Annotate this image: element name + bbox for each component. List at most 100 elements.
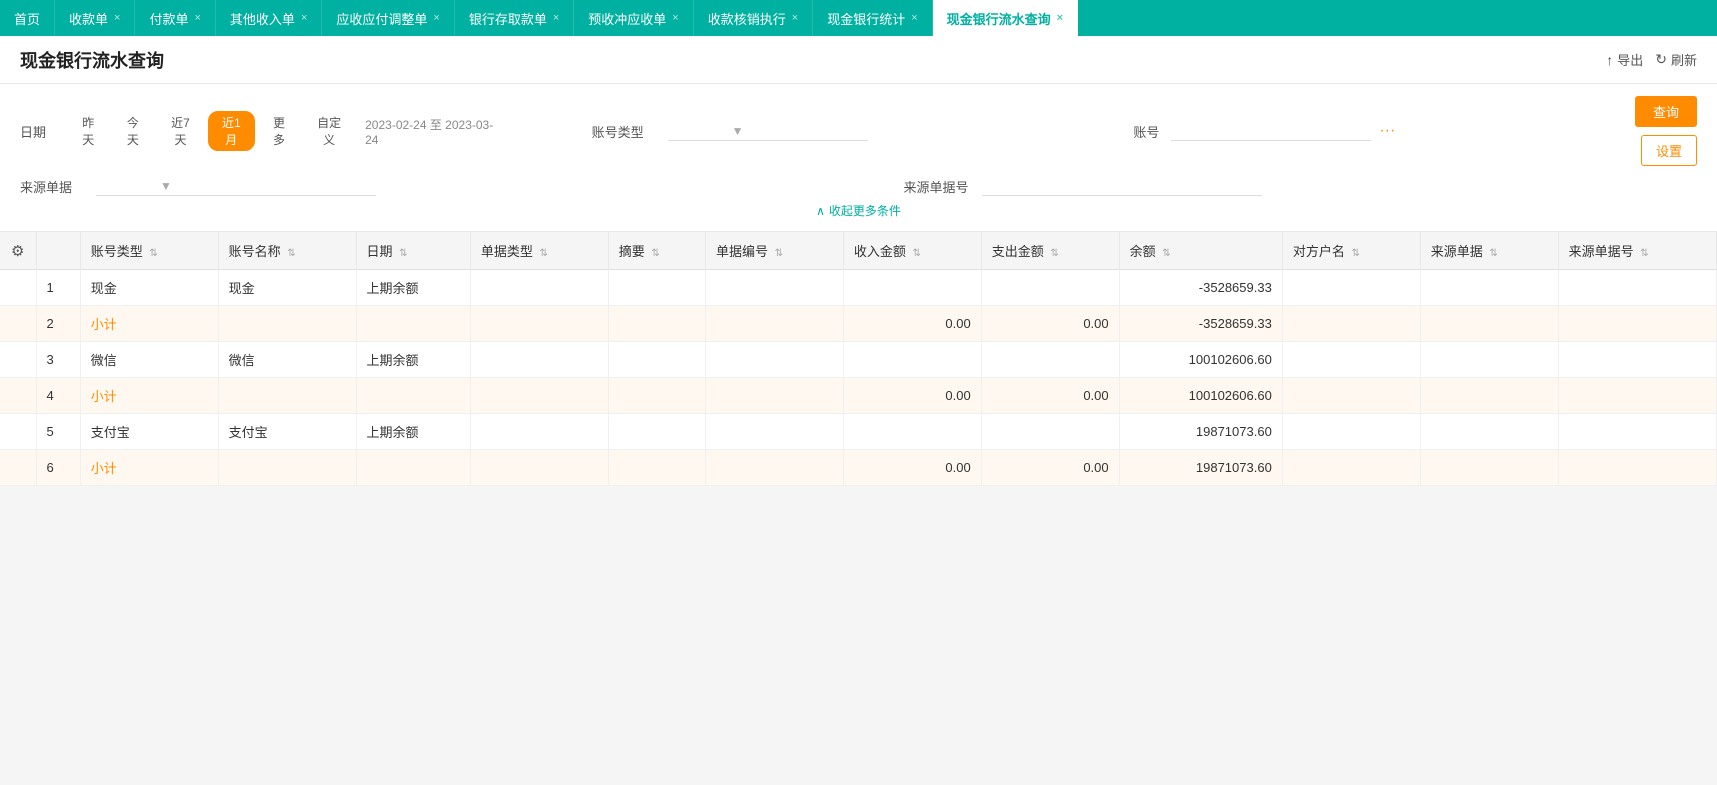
close-icon[interactable]: × [114, 12, 120, 24]
sort-icon[interactable]: ⇅ [1489, 248, 1497, 259]
account-filter-section: 账号 ··· [1133, 121, 1615, 141]
query-button[interactable]: 查询 [1635, 96, 1697, 127]
nav-item-home[interactable]: 首页 [0, 0, 55, 36]
date-filter-section: 日期 昨天 今天 近7天 近1月 更多 自定义 2023-02-24 至 202… [20, 111, 502, 151]
table-cell [1420, 378, 1558, 414]
sort-icon[interactable]: ⇅ [775, 248, 783, 259]
table-cell [1282, 270, 1420, 306]
export-button[interactable]: ↑ 导出 [1606, 50, 1643, 69]
sort-icon[interactable]: ⇅ [1640, 248, 1648, 259]
close-icon[interactable]: × [672, 12, 678, 24]
table-cell [0, 450, 36, 486]
table-cell: 上期余额 [356, 342, 470, 378]
sort-icon[interactable]: ⇅ [149, 248, 157, 259]
nav-item-cash-bank-stat[interactable]: 现金银行统计 × [813, 0, 932, 36]
sort-icon[interactable]: ⇅ [1162, 248, 1170, 259]
table-cell: 0.00 [981, 378, 1119, 414]
table-cell: 微信 [80, 342, 218, 378]
table-cell [470, 306, 608, 342]
sort-icon[interactable]: ⇅ [1050, 248, 1058, 259]
table-cell: 现金 [80, 270, 218, 306]
table-cell [705, 414, 843, 450]
date-btn-today[interactable]: 今天 [113, 111, 154, 151]
chevron-down-icon: ▼ [160, 179, 172, 193]
close-icon[interactable]: × [553, 12, 559, 24]
table-cell [705, 450, 843, 486]
date-btn-1month[interactable]: 近1月 [208, 111, 255, 151]
close-icon[interactable]: × [433, 12, 439, 24]
source-doc-no-input[interactable] [982, 176, 1262, 196]
sort-icon[interactable]: ⇅ [912, 248, 920, 259]
sort-icon[interactable]: ⇅ [1351, 248, 1359, 259]
table-cell [356, 450, 470, 486]
table-cell: 6 [36, 450, 80, 486]
table-row[interactable]: 4小计0.000.00100102606.60 [0, 378, 1717, 414]
table-cell [608, 342, 705, 378]
nav-item-cash-bank-flow[interactable]: 现金银行流水查询 × [933, 0, 1078, 36]
table-row[interactable]: 6小计0.000.0019871073.60 [0, 450, 1717, 486]
table-cell [218, 378, 356, 414]
action-buttons: 查询 设置 [1635, 96, 1697, 166]
close-icon[interactable]: × [792, 12, 798, 24]
more-options-icon[interactable]: ··· [1379, 122, 1395, 140]
sort-icon[interactable]: ⇅ [540, 248, 548, 259]
table-row[interactable]: 1现金现金上期余额-3528659.33 [0, 270, 1717, 306]
table-row[interactable]: 5支付宝支付宝上期余额19871073.60 [0, 414, 1717, 450]
table-cell: 19871073.60 [1119, 450, 1282, 486]
table-cell [705, 342, 843, 378]
date-btn-7days[interactable]: 近7天 [157, 111, 204, 151]
nav-item-ar-ap-adjust[interactable]: 应收应付调整单 × [322, 0, 454, 36]
refresh-icon: ↻ [1655, 51, 1667, 68]
close-icon[interactable]: × [1057, 12, 1063, 24]
sort-icon[interactable]: ⇅ [399, 248, 407, 259]
table-cell [356, 378, 470, 414]
th-date: 日期 ⇅ [356, 232, 470, 270]
table-cell [981, 270, 1119, 306]
table-cell [1558, 450, 1716, 486]
table-cell [0, 306, 36, 342]
chevron-down-icon: ▼ [732, 124, 744, 138]
nav-item-prepay-offset[interactable]: 预收冲应收单 × [574, 0, 693, 36]
close-icon[interactable]: × [194, 12, 200, 24]
table-cell [843, 414, 981, 450]
table-cell: 0.00 [981, 450, 1119, 486]
table-cell [0, 270, 36, 306]
th-balance: 余额 ⇅ [1119, 232, 1282, 270]
filter-row-2: 来源单据 ▼ 来源单据号 [20, 176, 1697, 196]
nav-item-receipt[interactable]: 收款单 × [55, 0, 135, 36]
nav-item-bank-deposit[interactable]: 银行存取款单 × [455, 0, 574, 36]
table-cell: 5 [36, 414, 80, 450]
sort-icon[interactable]: ⇅ [651, 248, 659, 259]
nav-item-collection-exec[interactable]: 收款核销执行 × [694, 0, 813, 36]
collapse-button[interactable]: ∧ 收起更多条件 [20, 202, 1697, 219]
source-doc-filter-section: 来源单据 ▼ [20, 177, 814, 196]
table-cell: 上期余额 [356, 270, 470, 306]
table-cell [1420, 342, 1558, 378]
table-cell [1558, 270, 1716, 306]
th-source-doc: 来源单据 ⇅ [1420, 232, 1558, 270]
data-table: ⚙ 账号类型 ⇅ 账号名称 ⇅ 日期 ⇅ 单据类型 ⇅ 摘要 ⇅ 单据编号 ⇅ … [0, 232, 1717, 486]
sort-icon[interactable]: ⇅ [287, 248, 295, 259]
refresh-button[interactable]: ↻ 刷新 [1655, 50, 1697, 69]
table-cell [0, 378, 36, 414]
table-cell [608, 450, 705, 486]
table-cell [981, 342, 1119, 378]
source-doc-select[interactable]: ▼ [96, 177, 376, 196]
close-icon[interactable]: × [301, 12, 307, 24]
nav-item-payment[interactable]: 付款单 × [135, 0, 215, 36]
date-btn-yesterday[interactable]: 昨天 [68, 111, 109, 151]
table-cell: 小计 [80, 306, 218, 342]
date-btn-custom[interactable]: 自定义 [303, 111, 355, 151]
close-icon[interactable]: × [911, 12, 917, 24]
table-row[interactable]: 2小计0.000.00-3528659.33 [0, 306, 1717, 342]
settings-button[interactable]: 设置 [1641, 135, 1697, 166]
date-btn-more[interactable]: 更多 [259, 111, 300, 151]
account-type-select[interactable]: ▼ [668, 122, 868, 141]
nav-item-other-income[interactable]: 其他收入单 × [216, 0, 322, 36]
account-input[interactable] [1171, 121, 1371, 141]
table-settings-icon[interactable]: ⚙ [11, 243, 24, 260]
th-counterparty: 对方户名 ⇅ [1282, 232, 1420, 270]
table-row[interactable]: 3微信微信上期余额100102606.60 [0, 342, 1717, 378]
table-cell [1420, 414, 1558, 450]
table-cell [705, 306, 843, 342]
